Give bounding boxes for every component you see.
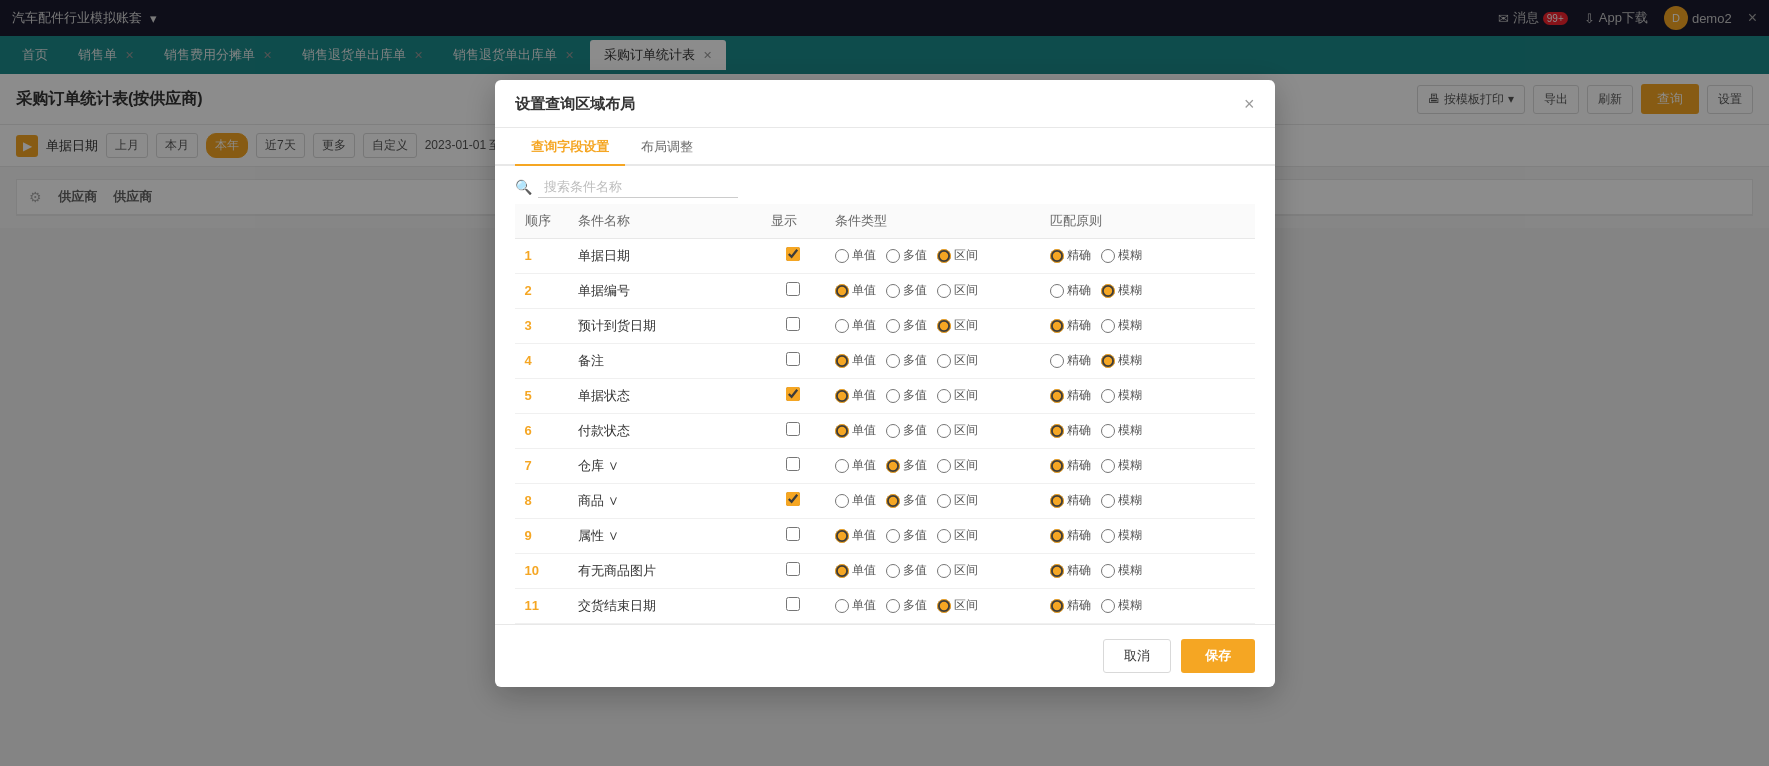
modal-tab-bar: 查询字段设置 布局调整 [495,128,1275,166]
modal-header: 设置查询区域布局 × [495,80,1275,128]
condition-search-input[interactable] [538,176,738,198]
th-order: 顺序 [515,204,569,229]
conditions-table: 顺序 条件名称 显示 条件类型 匹配原则 1单据日期单值多值区间精确模糊2单据编… [515,204,1255,229]
search-icon: 🔍 [515,179,532,195]
modal-search-area: 🔍 [495,166,1275,204]
table-header-row: 顺序 条件名称 显示 条件类型 匹配原则 [515,204,1255,229]
th-match: 匹配原则 [1040,204,1255,229]
th-type: 条件类型 [825,204,1039,229]
modal-title: 设置查询区域布局 [515,95,635,114]
modal-close-button[interactable]: × [1244,94,1255,115]
settings-modal: 设置查询区域布局 × 查询字段设置 布局调整 🔍 顺序 条件名称 [495,80,1275,229]
conditions-table-wrap: 顺序 条件名称 显示 条件类型 匹配原则 1单据日期单值多值区间精确模糊2单据编… [495,204,1275,229]
th-name: 条件名称 [568,204,761,229]
th-show: 显示 [761,204,825,229]
tab-query-fields[interactable]: 查询字段设置 [515,128,625,166]
tab-layout-adjust[interactable]: 布局调整 [625,128,709,166]
modal-overlay: 设置查询区域布局 × 查询字段设置 布局调整 🔍 顺序 条件名称 [0,0,1769,228]
